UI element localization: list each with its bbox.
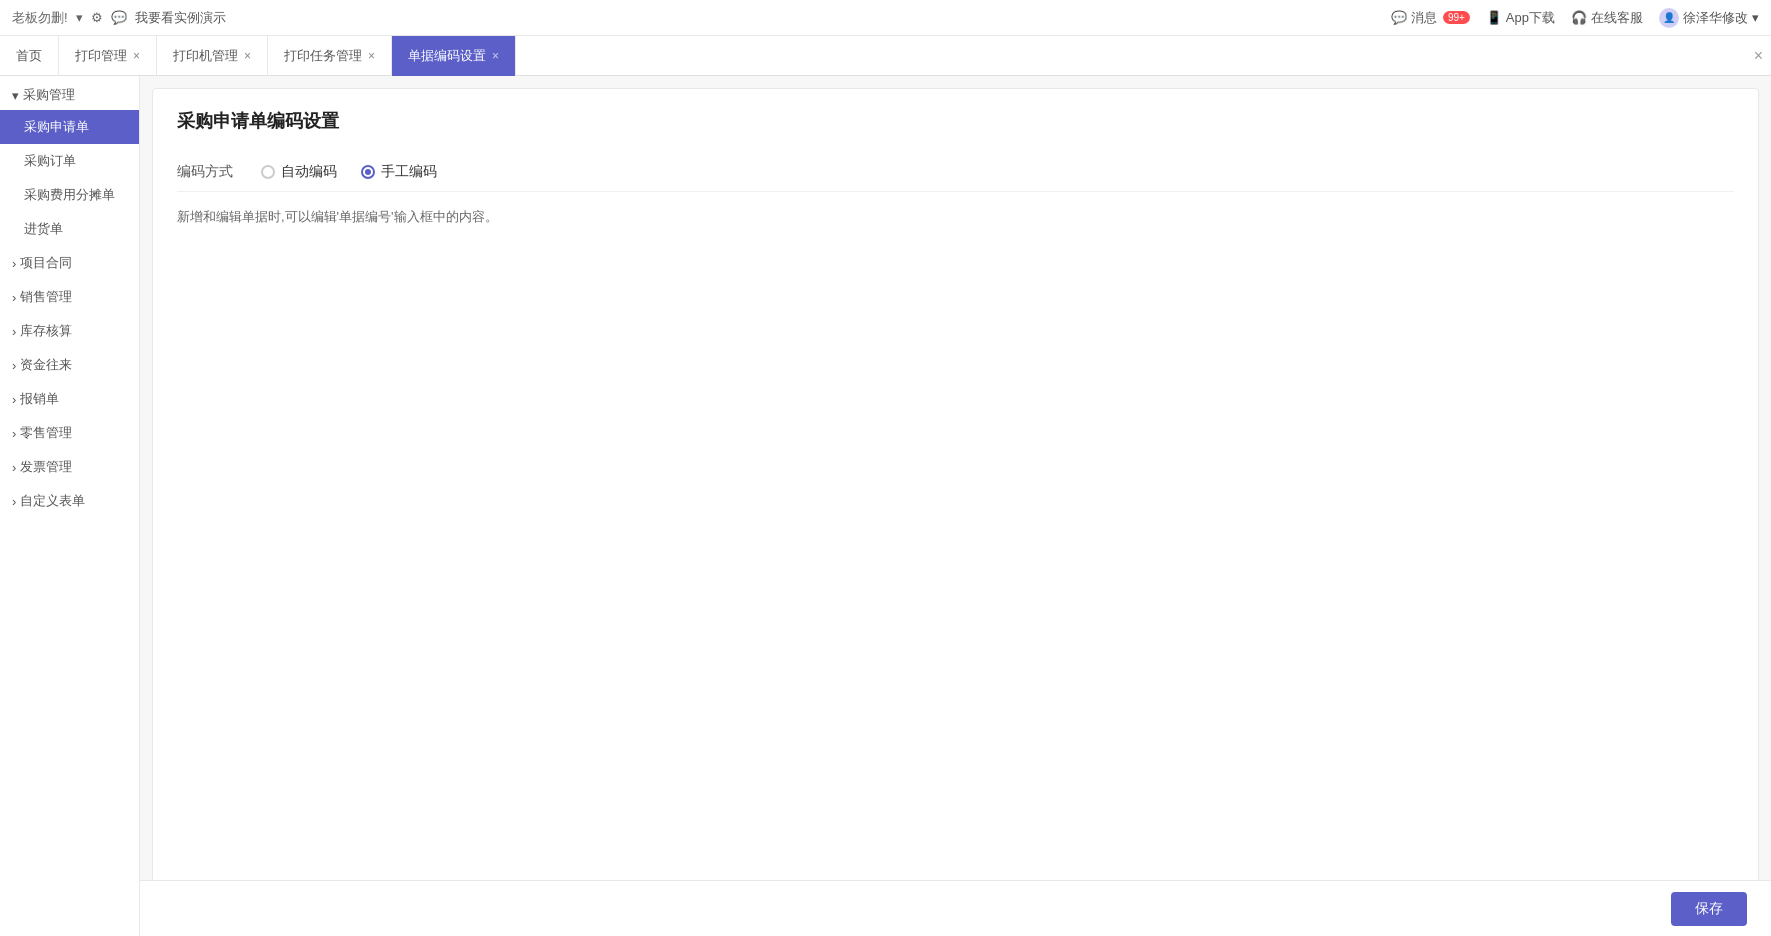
sidebar-group-invoice-label: 发票管理 (20, 458, 72, 476)
tab-bar-actions: × (516, 47, 1771, 65)
close-all-btn[interactable]: × (1754, 47, 1763, 65)
content-area: 采购申请单编码设置 编码方式 自动编码 手工编码 新增和编辑单据时,可以编辑'单… (152, 88, 1759, 924)
sidebar-group-funds[interactable]: › 资金往来 (0, 348, 139, 382)
chevron-right-icon: › (12, 426, 16, 441)
sidebar-group-purchase[interactable]: ▾ 采购管理 (0, 76, 139, 110)
sidebar-group-purchase-label: 采购管理 (23, 86, 75, 104)
chevron-right-icon: › (12, 358, 16, 373)
message-icon: 💬 (1391, 10, 1407, 25)
tab-home[interactable]: 首页 (0, 36, 59, 76)
sidebar-group-retail-label: 零售管理 (20, 424, 72, 442)
sidebar-group-inventory[interactable]: › 库存核算 (0, 314, 139, 348)
sidebar-group-custom-form[interactable]: › 自定义表单 (0, 484, 139, 518)
sidebar-group-returns-label: 报销单 (20, 390, 59, 408)
sidebar-group-project-contract[interactable]: › 项目合同 (0, 246, 139, 280)
sidebar-group-sales-mgmt[interactable]: › 销售管理 (0, 280, 139, 314)
auto-code-label: 自动编码 (281, 163, 337, 181)
message-label: 消息 (1411, 9, 1437, 27)
tab-doc-code-label: 单据编码设置 (408, 47, 486, 65)
sidebar-group-sales-label: 销售管理 (20, 288, 72, 306)
tab-print-mgmt-label: 打印管理 (75, 47, 127, 65)
sidebar-item-purchase-expense[interactable]: 采购费用分摊单 (0, 178, 139, 212)
top-bar: 老板勿删! ▾ ⚙ 💬 我要看实例演示 💬 消息 99+ 📱 App下载 🎧 在… (0, 0, 1771, 36)
message-btn[interactable]: 💬 消息 99+ (1391, 9, 1470, 27)
tab-bar: 首页 打印管理 × 打印机管理 × 打印任务管理 × 单据编码设置 × × (0, 36, 1771, 76)
sidebar-group-returns[interactable]: › 报销单 (0, 382, 139, 416)
chevron-right-icon: › (12, 392, 16, 407)
sidebar-group-inventory-label: 库存核算 (20, 322, 72, 340)
footer-bar: 保存 (140, 880, 1771, 936)
message-badge: 99+ (1443, 11, 1470, 24)
chevron-right-icon: › (12, 494, 16, 509)
sidebar-group-funds-label: 资金往来 (20, 356, 72, 374)
main-layout: ▾ 采购管理 采购申请单 采购订单 采购费用分摊单 进货单 › 项目合同 › 销… (0, 76, 1771, 936)
sidebar-item-purchase-order[interactable]: 采购订单 (0, 144, 139, 178)
user-chevron-icon: ▾ (1752, 10, 1759, 25)
tab-doc-code[interactable]: 单据编码设置 × (392, 36, 516, 76)
chevron-right-icon: › (12, 460, 16, 475)
sidebar-group-custom-form-label: 自定义表单 (20, 492, 85, 510)
tab-home-label: 首页 (16, 47, 42, 65)
sidebar-group-invoice[interactable]: › 发票管理 (0, 450, 139, 484)
page-title: 采购申请单编码设置 (177, 109, 1734, 133)
avatar-icon: 👤 (1659, 8, 1679, 28)
sidebar: ▾ 采购管理 采购申请单 采购订单 采购费用分摊单 进货单 › 项目合同 › 销… (0, 76, 140, 936)
code-method-label: 编码方式 (177, 163, 237, 181)
manual-code-option[interactable]: 手工编码 (361, 163, 437, 181)
top-bar-right: 💬 消息 99+ 📱 App下载 🎧 在线客服 👤 徐泽华修改 ▾ (1391, 8, 1759, 28)
sidebar-group-retail[interactable]: › 零售管理 (0, 416, 139, 450)
chevron-down-icon[interactable]: ▾ (76, 10, 83, 25)
sidebar-item-inbound[interactable]: 进货单 (0, 212, 139, 246)
sidebar-item-purchase-request-label: 采购申请单 (24, 119, 89, 134)
auto-code-option[interactable]: 自动编码 (261, 163, 337, 181)
online-service-btn[interactable]: 🎧 在线客服 (1571, 9, 1643, 27)
top-bar-left: 老板勿删! ▾ ⚙ 💬 我要看实例演示 (12, 9, 226, 27)
save-button[interactable]: 保存 (1671, 892, 1747, 926)
manual-code-label: 手工编码 (381, 163, 437, 181)
brand-text: 老板勿删! (12, 9, 68, 27)
chevron-right-icon: › (12, 290, 16, 305)
tab-print-task[interactable]: 打印任务管理 × (268, 36, 392, 76)
demo-link-icon: 💬 (111, 10, 127, 25)
user-profile-btn[interactable]: 👤 徐泽华修改 ▾ (1659, 8, 1759, 28)
sidebar-item-purchase-order-label: 采购订单 (24, 153, 76, 168)
code-method-row: 编码方式 自动编码 手工编码 (177, 153, 1734, 192)
tab-print-mgmt-close[interactable]: × (133, 49, 140, 63)
tab-printer-mgmt-label: 打印机管理 (173, 47, 238, 65)
online-service-label: 在线客服 (1591, 9, 1643, 27)
sidebar-item-purchase-request[interactable]: 采购申请单 (0, 110, 139, 144)
app-download-btn[interactable]: 📱 App下载 (1486, 9, 1555, 27)
tab-printer-mgmt[interactable]: 打印机管理 × (157, 36, 268, 76)
auto-code-radio[interactable] (261, 165, 275, 179)
tab-print-task-close[interactable]: × (368, 49, 375, 63)
tab-print-mgmt[interactable]: 打印管理 × (59, 36, 157, 76)
app-download-label: App下载 (1506, 9, 1555, 27)
sidebar-item-purchase-expense-label: 采购费用分摊单 (24, 187, 115, 202)
user-name: 徐泽华修改 (1683, 9, 1748, 27)
tab-printer-mgmt-close[interactable]: × (244, 49, 251, 63)
gear-icon[interactable]: ⚙ (91, 10, 103, 25)
sidebar-item-inbound-label: 进货单 (24, 221, 63, 236)
manual-code-radio[interactable] (361, 165, 375, 179)
app-icon: 📱 (1486, 10, 1502, 25)
tab-print-task-label: 打印任务管理 (284, 47, 362, 65)
chevron-right-icon: › (12, 256, 16, 271)
demo-link[interactable]: 我要看实例演示 (135, 9, 226, 27)
desc-text: 新增和编辑单据时,可以编辑'单据编号'输入框中的内容。 (177, 208, 1734, 226)
main-content-wrapper: 采购申请单编码设置 编码方式 自动编码 手工编码 新增和编辑单据时,可以编辑'单… (140, 76, 1771, 936)
sidebar-group-project-label: 项目合同 (20, 254, 72, 272)
tab-doc-code-close[interactable]: × (492, 49, 499, 63)
chevron-right-icon: › (12, 324, 16, 339)
headset-icon: 🎧 (1571, 10, 1587, 25)
chevron-down-icon: ▾ (12, 88, 19, 103)
